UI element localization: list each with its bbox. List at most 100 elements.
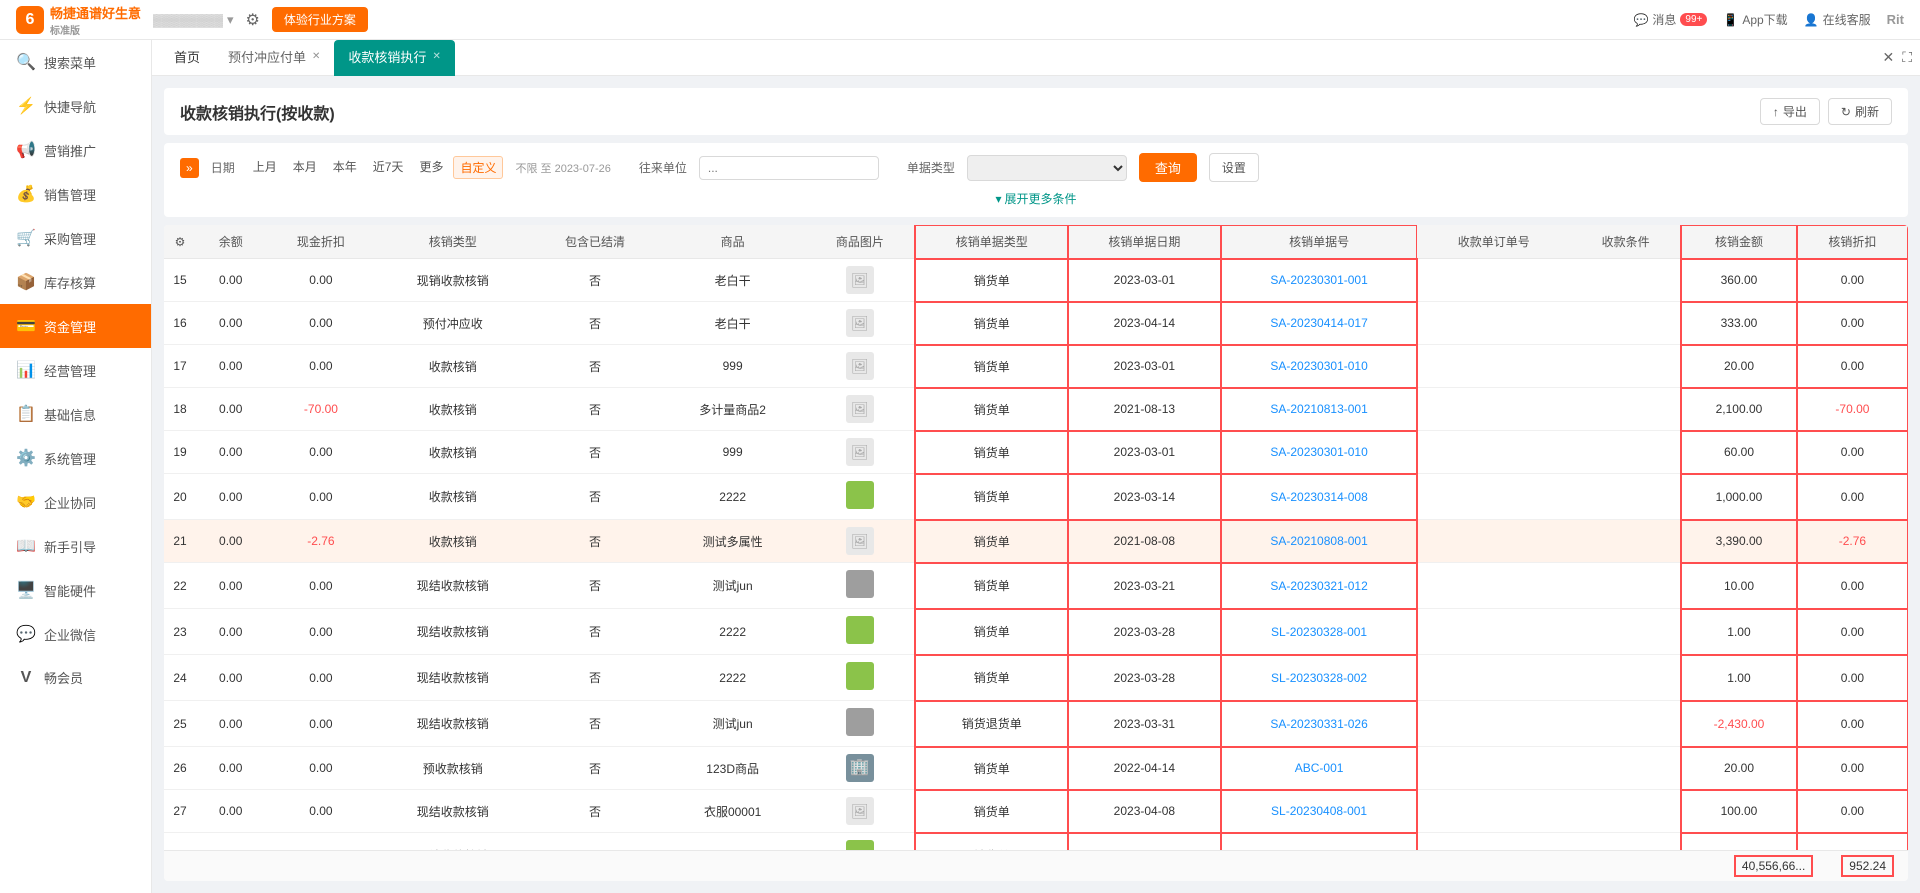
bill-no-link[interactable]: SL-20230408-001 <box>1271 804 1367 818</box>
date-more[interactable]: 更多 <box>413 156 449 179</box>
td-bill-no[interactable]: SA-20230301-010 <box>1221 345 1418 388</box>
bill-no-link[interactable]: SA-20230301-010 <box>1270 359 1367 373</box>
td-bill-no[interactable]: SA-20230314-008 <box>1221 474 1418 520</box>
sidebar-item-purchase[interactable]: 🛒 采购管理 <box>0 216 151 260</box>
td-bill-no[interactable]: SL-20230408-001 <box>1221 790 1418 833</box>
date-last-month[interactable]: 上月 <box>247 156 283 179</box>
query-button[interactable]: 查询 <box>1139 153 1197 182</box>
sidebar-item-system[interactable]: ⚙️ 系统管理 <box>0 436 151 480</box>
wechat-icon: 💬 <box>16 624 36 644</box>
bill-no-link[interactable]: SA-20230301-010 <box>1270 445 1367 459</box>
td-receipt-condition <box>1570 388 1681 431</box>
dropdown-selector[interactable]: ▓▓▓▓▓▓▓▓ ▾ <box>153 12 234 28</box>
sales-icon: 💰 <box>16 184 36 204</box>
tab-home[interactable]: 首页 <box>160 40 214 76</box>
sidebar-item-marketing[interactable]: 📢 营销推广 <box>0 128 151 172</box>
td-bill-no[interactable]: SA-20210808-001 <box>1221 520 1418 563</box>
bill-no-link[interactable]: SA-20230301-001 <box>1270 273 1367 287</box>
bill-no-link[interactable]: SL-20230328-001 <box>1271 625 1367 639</box>
th-settings[interactable]: ⚙ <box>164 225 196 259</box>
bill-no-link[interactable]: SL-20230328-002 <box>1271 671 1367 685</box>
export-button[interactable]: ↑ 导出 <box>1760 98 1820 125</box>
th-product: 商品 <box>661 225 804 259</box>
footer-total-amount: 40,556,66... <box>1736 857 1811 875</box>
filter-toggle-btn[interactable]: » <box>180 158 199 178</box>
sidebar-item-inventory[interactable]: 📦 库存核算 <box>0 260 151 304</box>
solution-button[interactable]: 体验行业方案 <box>272 7 368 32</box>
td-bill-no[interactable]: SL-20230328-001 <box>1221 609 1418 655</box>
th-balance: 余额 <box>196 225 265 259</box>
date-this-year[interactable]: 本年 <box>327 156 363 179</box>
tab-prepay-close[interactable]: ✕ <box>312 51 320 62</box>
sidebar-item-finance[interactable]: 💳 资金管理 <box>0 304 151 348</box>
td-bill-no[interactable]: ABC-001 <box>1221 747 1418 790</box>
table-row: 17 0.00 0.00 收款核销 否 999 🖼 销货单 2023-03-01… <box>164 345 1908 388</box>
td-receipt-condition <box>1570 790 1681 833</box>
td-bill-no[interactable]: SL-20230328-002 <box>1221 655 1418 701</box>
sidebar-item-guide[interactable]: 📖 新手引导 <box>0 524 151 568</box>
sidebar-item-wechat[interactable]: 💬 企业微信 <box>0 612 151 656</box>
refresh-button[interactable]: ↻ 刷新 <box>1828 98 1892 125</box>
main-layout: 🔍 搜索菜单 ⚡ 快捷导航 📢 营销推广 💰 销售管理 🛒 采购管理 📦 库存核… <box>0 40 1920 893</box>
sidebar-item-search[interactable]: 🔍 搜索菜单 <box>0 40 151 84</box>
td-writeoff-type: 现结收款核销 <box>376 790 529 833</box>
bill-type-select[interactable] <box>967 155 1127 181</box>
online-service-btn[interactable]: 👤 在线客服 <box>1804 11 1871 28</box>
hardware-icon: 🖥️ <box>16 580 36 600</box>
sidebar-item-hardware[interactable]: 🖥️ 智能硬件 <box>0 568 151 612</box>
setting-button[interactable]: 设置 <box>1209 153 1259 182</box>
app-download-btn[interactable]: 📱 App下载 <box>1723 11 1787 28</box>
td-include-settled: 否 <box>529 259 661 302</box>
th-writeoff-amount: 核销金额 <box>1681 225 1797 259</box>
td-bill-no[interactable]: SA-20230301-001 <box>1221 259 1418 302</box>
message-btn[interactable]: 💬 消息 99+ <box>1633 11 1707 28</box>
bill-no-link[interactable]: SA-20230331-026 <box>1270 717 1367 731</box>
td-bill-no[interactable]: SA-20230301-010 <box>1221 431 1418 474</box>
collab-icon: 🤝 <box>16 492 36 512</box>
bill-no-link[interactable]: SA-20230414-017 <box>1270 316 1367 330</box>
table-scroll-area[interactable]: ⚙ 余额 现金折扣 核销类型 包含已结清 商品 商品图片 核销单据类型 核销单据… <box>164 225 1908 850</box>
bill-no-link[interactable]: ABC-001 <box>1295 761 1344 775</box>
tab-collection-close[interactable]: ✕ <box>432 51 440 62</box>
bill-no-link[interactable]: SA-20210813-001 <box>1270 402 1367 416</box>
td-include-settled: 否 <box>529 747 661 790</box>
date-7-days[interactable]: 近7天 <box>367 156 410 179</box>
bill-no-link[interactable]: SA-20210808-001 <box>1270 534 1367 548</box>
table-row: 27 0.00 0.00 现结收款核销 否 衣服00001 🖼 销货单 2023… <box>164 790 1908 833</box>
sidebar-label-finance: 资金管理 <box>44 317 96 336</box>
sidebar-item-collab[interactable]: 🤝 企业协同 <box>0 480 151 524</box>
maximize-icon[interactable]: ⛶ <box>1902 49 1912 66</box>
th-bill-type: 核销单据类型 <box>915 225 1068 259</box>
td-bill-no[interactable]: SA-20230331-026 <box>1221 701 1418 747</box>
sidebar-item-operations[interactable]: 📊 经营管理 <box>0 348 151 392</box>
close-window-icon[interactable]: ✕ <box>1882 49 1894 66</box>
td-bill-no[interactable]: SA-20230414-017 <box>1221 302 1418 345</box>
expand-conditions-btn[interactable]: ▾ 展开更多条件 <box>995 190 1076 207</box>
sidebar-item-shortcut[interactable]: ⚡ 快捷导航 <box>0 84 151 128</box>
td-writeoff-amount: 1,000.00 <box>1681 474 1797 520</box>
tab-collection[interactable]: 收款核销执行 ✕ <box>334 40 454 76</box>
td-product-image: 🖼 <box>804 520 915 563</box>
sidebar-item-sales[interactable]: 💰 销售管理 <box>0 172 151 216</box>
th-bill-date: 核销单据日期 <box>1068 225 1221 259</box>
bill-no-link[interactable]: SA-20230321-012 <box>1270 579 1367 593</box>
bill-no-link[interactable]: SA-20230314-008 <box>1270 490 1367 504</box>
td-bill-no[interactable]: SA-20210813-001 <box>1221 388 1418 431</box>
date-this-month[interactable]: 本月 <box>287 156 323 179</box>
td-id: 27 <box>164 790 196 833</box>
td-bill-no[interactable]: SL-20230418-001 <box>1221 833 1418 851</box>
table-row: 18 0.00 -70.00 收款核销 否 多计量商品2 🖼 销货单 2021-… <box>164 388 1908 431</box>
td-bill-type: 销货单 <box>915 747 1068 790</box>
td-writeoff-type: 收款核销 <box>376 388 529 431</box>
sidebar-item-basics[interactable]: 📋 基础信息 <box>0 392 151 436</box>
counterpart-input[interactable] <box>699 156 879 180</box>
td-bill-no[interactable]: SA-20230321-012 <box>1221 563 1418 609</box>
purchase-icon: 🛒 <box>16 228 36 248</box>
tab-prepay[interactable]: 预付冲应付单 ✕ <box>214 40 334 76</box>
date-custom[interactable]: 自定义 <box>453 156 503 179</box>
td-receipt-order-no <box>1417 345 1570 388</box>
gear-icon[interactable]: ⚙ <box>246 10 260 30</box>
sidebar-item-vip[interactable]: V 畅会员 <box>0 656 151 699</box>
td-writeoff-type: 预付冲应收 <box>376 302 529 345</box>
td-receipt-condition <box>1570 701 1681 747</box>
